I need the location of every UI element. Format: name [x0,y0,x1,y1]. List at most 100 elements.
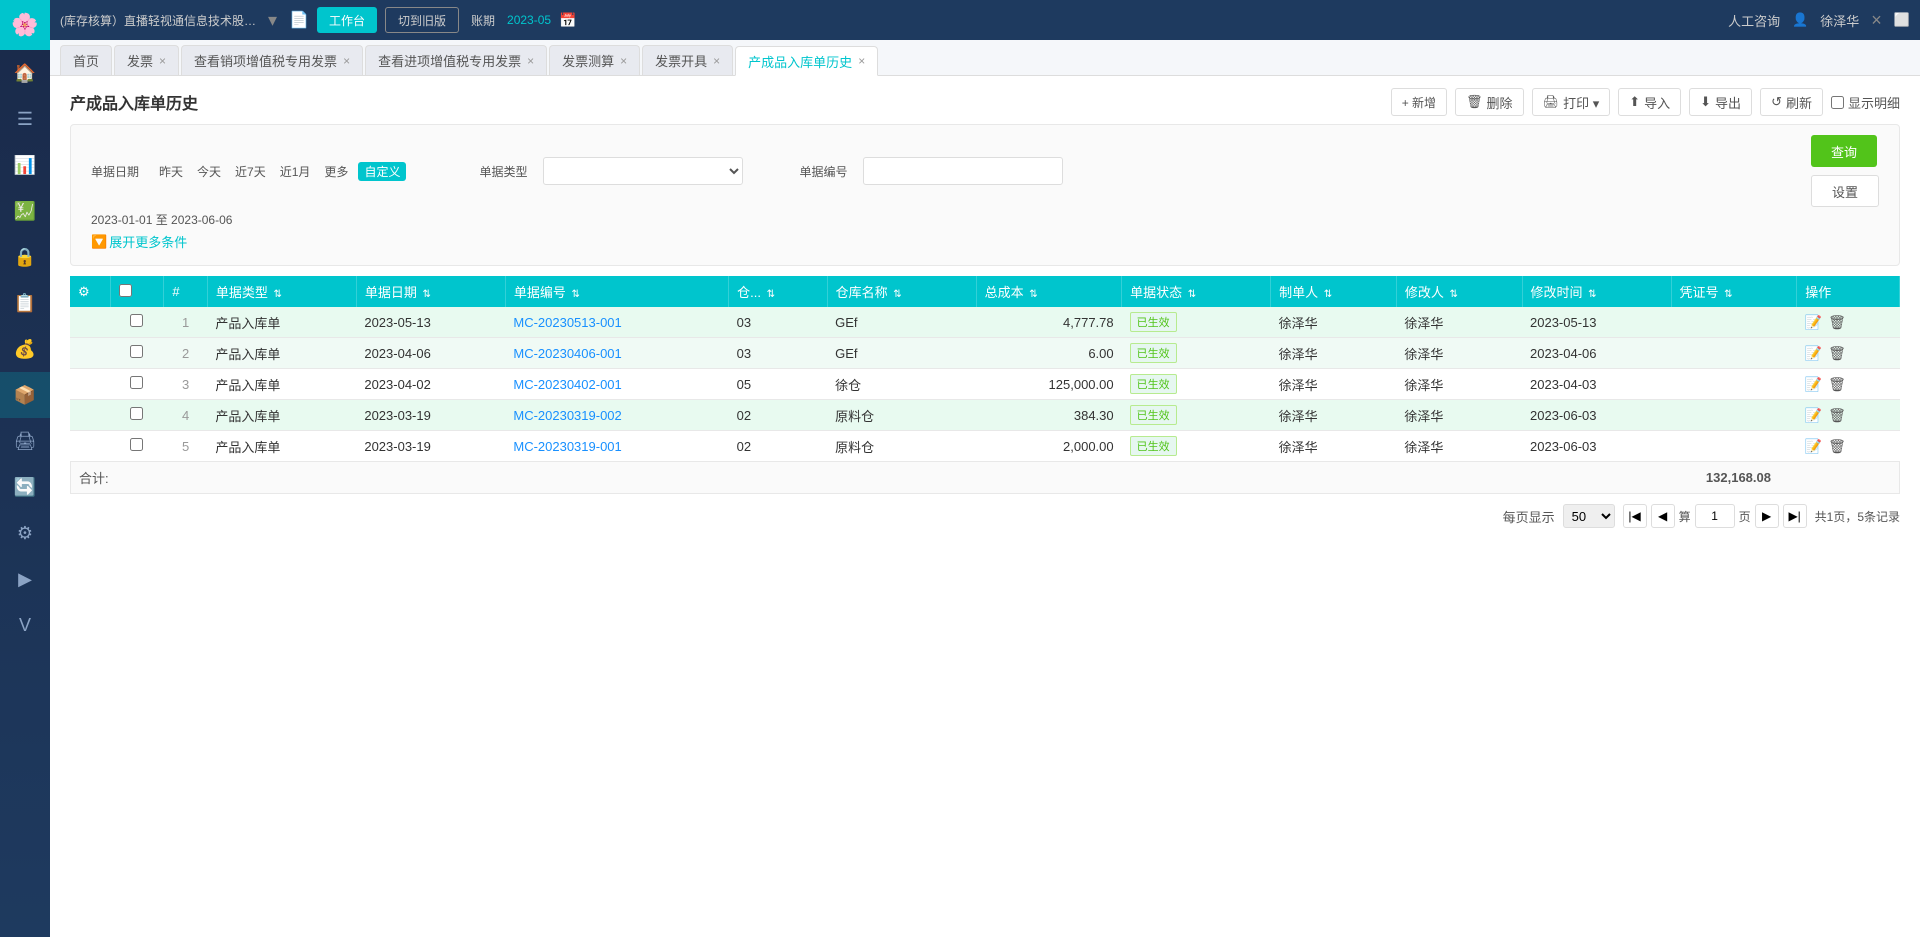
date-opt-today[interactable]: 今天 [193,162,225,181]
user-consult[interactable]: 人工咨询 [1728,11,1780,30]
window-maximize-icon[interactable]: ⬜ [1894,12,1910,28]
select-all-checkbox[interactable] [119,284,132,297]
import-button[interactable]: ⬆ 导入 [1618,88,1681,116]
workbench-button[interactable]: 工作台 [317,7,377,33]
display-toggle-checkbox[interactable] [1831,96,1844,109]
sidebar-item-assets[interactable]: 💰 [0,326,50,372]
expand-filter-button[interactable]: 🔽 展开更多条件 [91,228,1879,255]
prev-page-button[interactable]: ◀ [1651,504,1675,528]
modify-time-col-header[interactable]: 修改时间 ⇅ [1522,276,1671,307]
date-opt-custom[interactable]: 自定义 [358,162,406,181]
date-opt-7days[interactable]: 近7天 [231,162,270,181]
page-input[interactable] [1695,504,1735,528]
number-cell[interactable]: MC-20230513-001 [505,307,728,338]
modifier-col-header[interactable]: 修改人 ⇅ [1396,276,1522,307]
switch-version-button[interactable]: 切到旧版 [385,7,459,33]
checkbox-cell[interactable] [110,307,164,338]
action-col-header: 操作 [1797,276,1900,307]
number-cell[interactable]: MC-20230402-001 [505,369,728,400]
sidebar-item-documents[interactable]: 📋 [0,280,50,326]
type-col-header[interactable]: 单据类型 ⇅ [207,276,356,307]
date-col-header[interactable]: 单据日期 ⇅ [356,276,505,307]
delete-row-icon[interactable]: 🗑 [1828,345,1846,362]
tab-invoice-issue[interactable]: 发票开具 × [642,45,733,75]
sidebar-item-menu[interactable]: ☰ [0,96,50,142]
company-dropdown-icon[interactable]: ▾ [268,10,277,31]
checkbox-col-header[interactable] [110,276,164,307]
edit-icon[interactable]: 📝 [1805,314,1822,331]
sidebar-item-sync[interactable]: 🔄 [0,464,50,510]
sidebar-item-security[interactable]: 🔒 [0,234,50,280]
checkbox-cell[interactable] [110,338,164,369]
display-toggle[interactable]: 显示明细 [1831,93,1900,112]
tab-product-history[interactable]: 产成品入库单历史 × [735,46,878,76]
sidebar-item-print[interactable]: 🖨 [0,418,50,464]
delete-row-icon[interactable]: 🗑 [1828,407,1846,424]
query-button[interactable]: 查询 [1811,135,1877,167]
number-cell[interactable]: MC-20230319-002 [505,400,728,431]
tab-purchase-vat[interactable]: 查看进项增值税专用发票 × [365,45,547,75]
type-filter-select[interactable] [543,157,743,185]
first-page-button[interactable]: |◀ [1623,504,1647,528]
tab-invoice-issue-close[interactable]: × [713,55,720,67]
window-close-icon[interactable]: × [1871,10,1882,31]
tab-invoice-close[interactable]: × [159,55,166,67]
tab-home[interactable]: 首页 [60,45,112,75]
creator-col-header[interactable]: 制单人 ⇅ [1271,276,1397,307]
sidebar-item-v[interactable]: V [0,602,50,648]
print-button[interactable]: 🖨 打印 ▾ [1532,88,1611,116]
number-col-header[interactable]: 单据编号 ⇅ [505,276,728,307]
sidebar-item-home[interactable]: 🏠 [0,50,50,96]
sidebar-item-settings[interactable]: ⚙ [0,510,50,556]
sidebar-item-report[interactable]: 📊 [0,142,50,188]
date-opt-yesterday[interactable]: 昨天 [155,162,187,181]
checkbox-cell[interactable] [110,369,164,400]
row-checkbox[interactable] [130,438,143,451]
number-cell[interactable]: MC-20230406-001 [505,338,728,369]
tab-sales-vat-close[interactable]: × [343,55,350,67]
tab-sales-vat[interactable]: 查看销项增值税专用发票 × [181,45,363,75]
doc-copy-icon[interactable]: 📄 [289,10,309,30]
sidebar-item-finance[interactable]: 💹 [0,188,50,234]
tab-product-history-close[interactable]: × [858,55,865,67]
edit-icon[interactable]: 📝 [1805,376,1822,393]
date-opt-1month[interactable]: 近1月 [276,162,315,181]
voucher-col-header[interactable]: 凭证号 ⇅ [1671,276,1797,307]
delete-button[interactable]: 🗑 🗑 删除 删除 [1455,88,1524,116]
last-page-button[interactable]: ▶| [1783,504,1807,528]
refresh-button[interactable]: ↺ 刷新 [1760,88,1823,116]
tab-purchase-vat-close[interactable]: × [527,55,534,67]
date-opt-more[interactable]: 更多 [320,162,352,181]
per-page-select[interactable]: 20 50 100 [1563,504,1615,528]
new-button[interactable]: + 新增 [1391,88,1447,116]
set-button[interactable]: 设置 [1811,175,1879,207]
checkbox-cell[interactable] [110,400,164,431]
cost-col-header[interactable]: 总成本 ⇅ [976,276,1122,307]
calendar-icon[interactable]: 📅 [559,12,576,29]
wh-name-col-header[interactable]: 仓库名称 ⇅ [827,276,976,307]
row-checkbox[interactable] [130,376,143,389]
delete-row-icon[interactable]: 🗑 [1828,438,1846,455]
number-filter-input[interactable] [863,157,1063,185]
delete-row-icon[interactable]: 🗑 [1828,314,1846,331]
delete-row-icon[interactable]: 🗑 [1828,376,1846,393]
edit-icon[interactable]: 📝 [1805,345,1822,362]
tab-invoice[interactable]: 发票 × [114,45,179,75]
sidebar-item-play[interactable]: ▶ [0,556,50,602]
row-checkbox[interactable] [130,345,143,358]
row-checkbox[interactable] [130,314,143,327]
tab-invoice-calc[interactable]: 发票测算 × [549,45,640,75]
number-cell[interactable]: MC-20230319-001 [505,431,728,462]
sidebar-item-inventory[interactable]: 📦 [0,372,50,418]
export-button[interactable]: ⬇ 导出 [1689,88,1752,116]
edit-icon[interactable]: 📝 [1805,407,1822,424]
wh-name-cell: 原料仓 [827,431,976,462]
row-checkbox[interactable] [130,407,143,420]
next-page-button[interactable]: ▶ [1755,504,1779,528]
settings-col-header[interactable]: ⚙ [70,276,110,307]
tab-invoice-calc-close[interactable]: × [620,55,627,67]
checkbox-cell[interactable] [110,431,164,462]
wh-code-col-header[interactable]: 仓... ⇅ [729,276,827,307]
status-col-header[interactable]: 单据状态 ⇅ [1122,276,1271,307]
edit-icon[interactable]: 📝 [1805,438,1822,455]
